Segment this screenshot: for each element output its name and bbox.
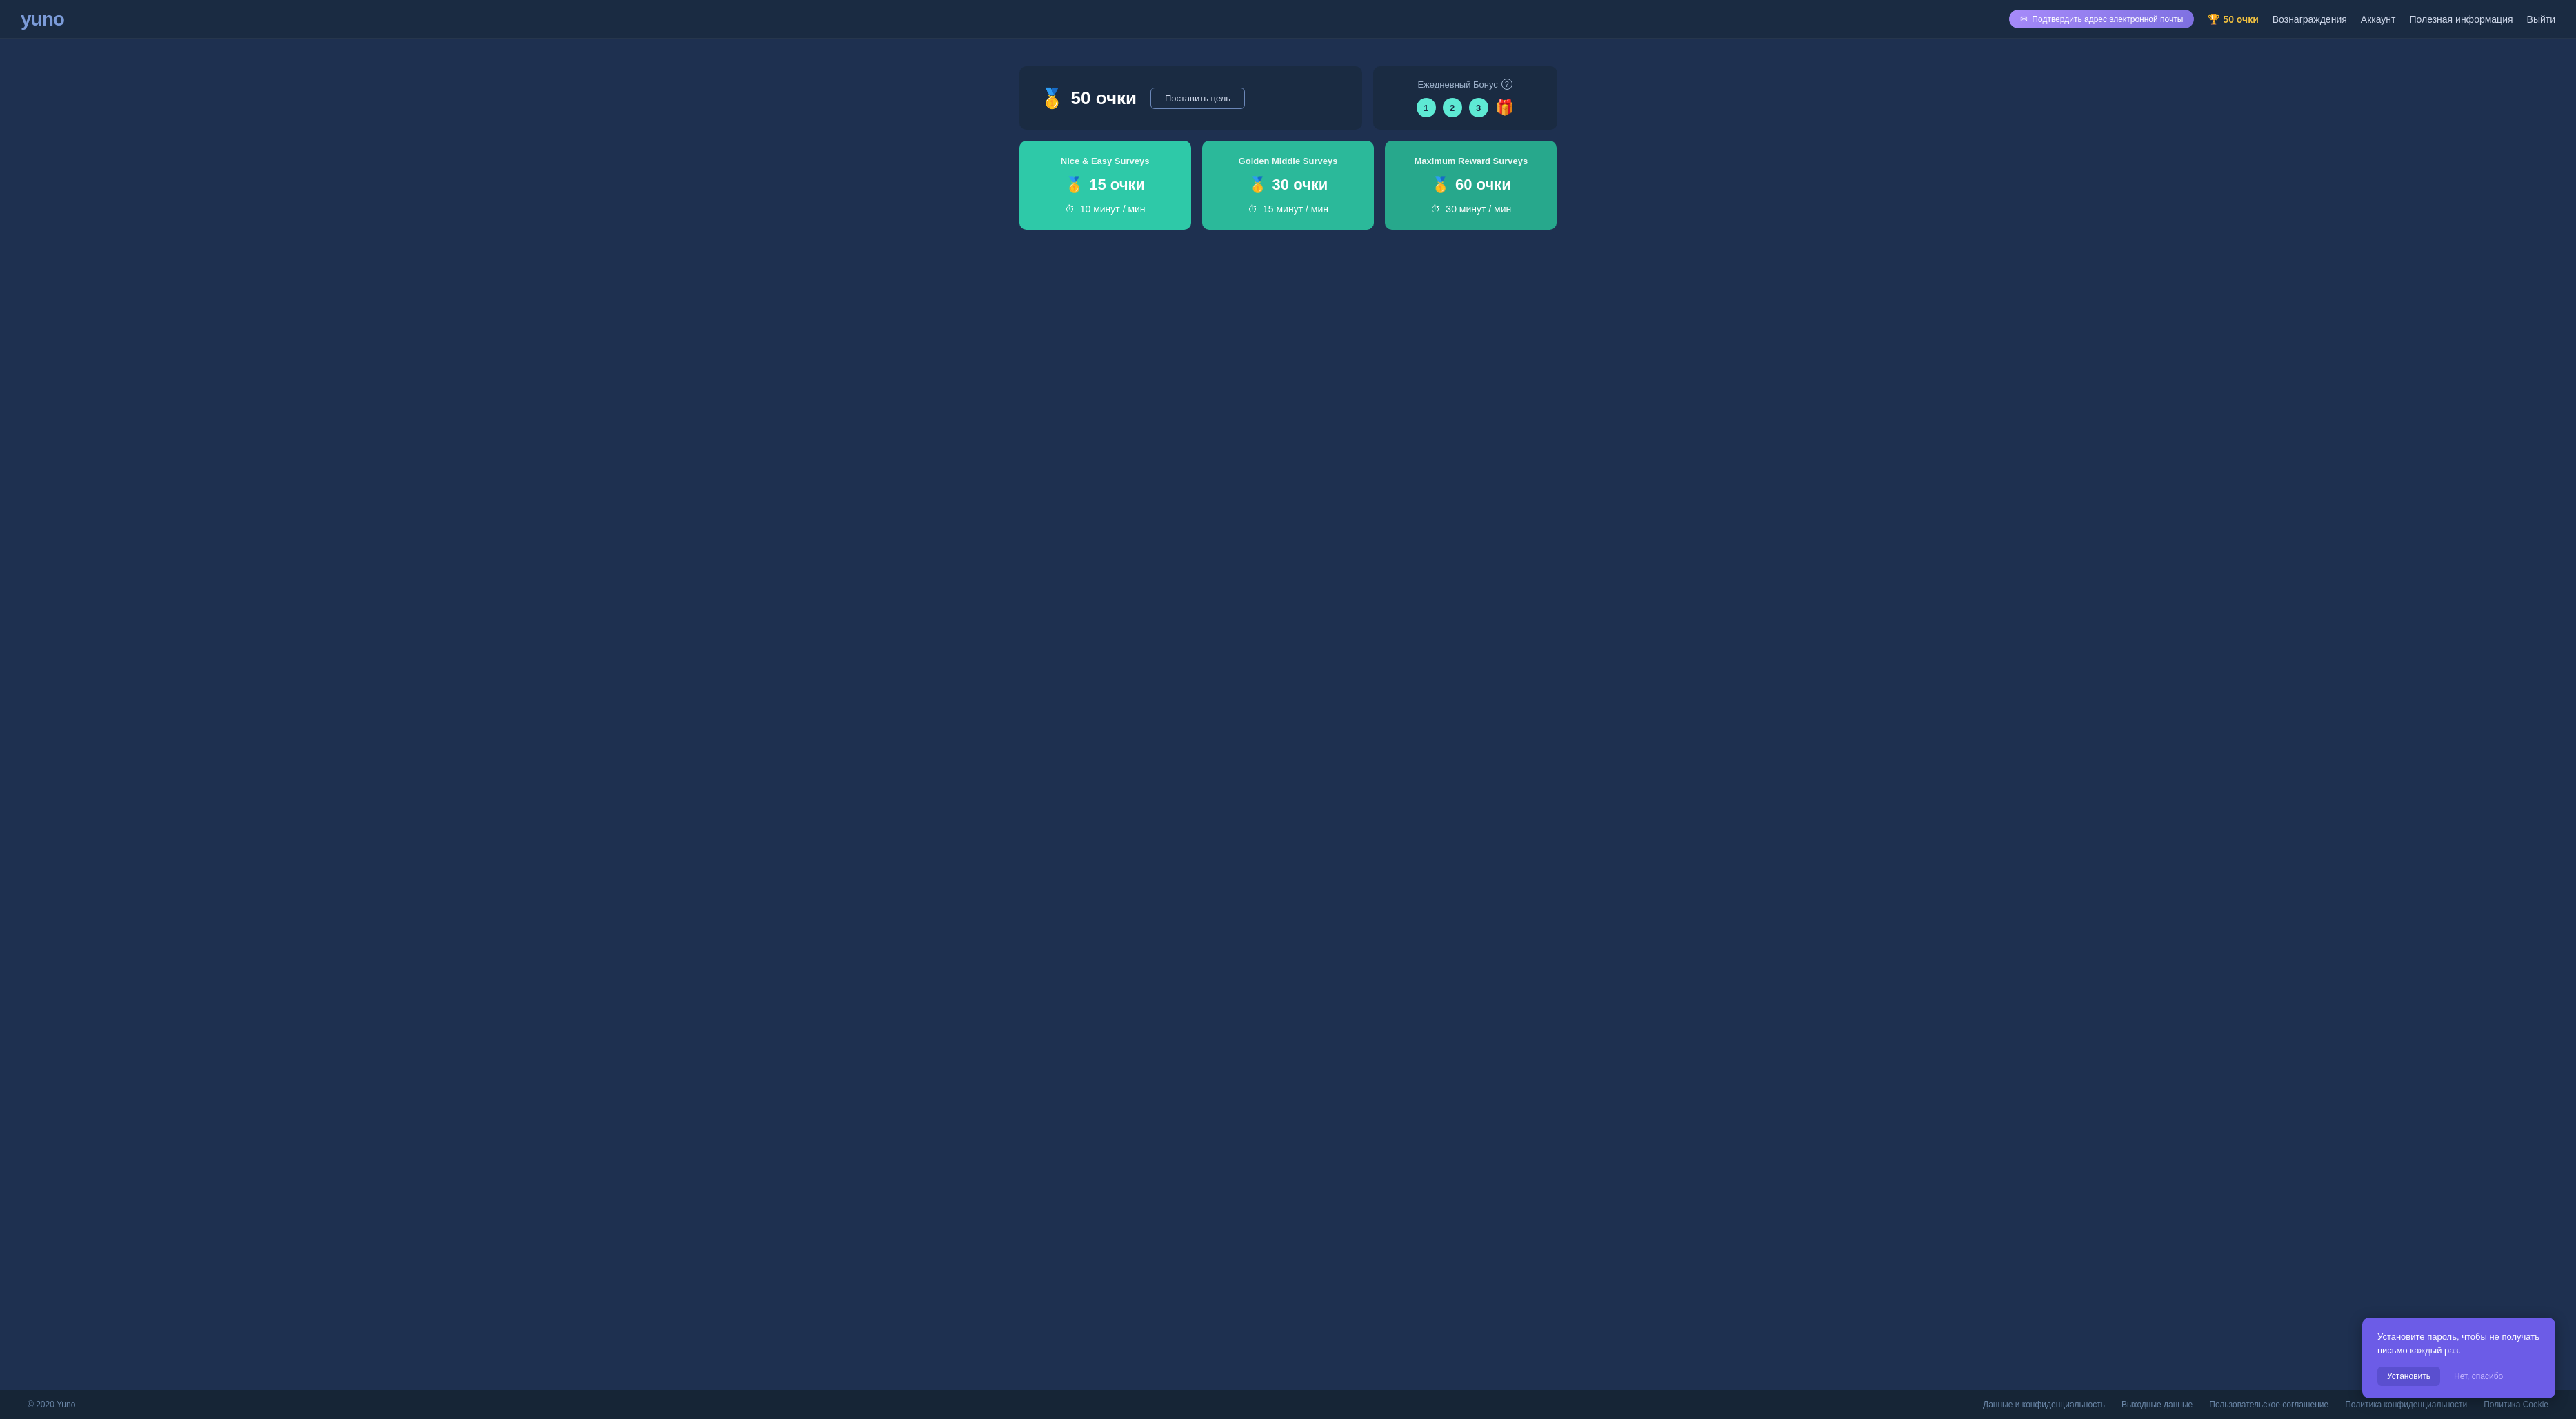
max-points-value: 60 очки [1455, 176, 1511, 194]
footer-privacy-policy[interactable]: Политика конфиденциальности [2345, 1400, 2467, 1409]
footer-links: Данные и конфиденциальность Выходные дан… [1983, 1400, 2548, 1409]
header: yuno Подтвердить адрес электронной почты… [0, 0, 2576, 39]
help-icon[interactable]: ? [1501, 79, 1512, 90]
points-badge: 🏆 50 очки [2208, 14, 2258, 25]
footer-data-privacy[interactable]: Данные и конфиденциальность [1983, 1400, 2105, 1409]
header-points-value: 50 очки [2223, 14, 2258, 25]
points-display: 🥇 50 очки [1040, 87, 1137, 110]
max-survey-time: ⏱ 30 минут / мин [1430, 204, 1511, 215]
easy-clock-icon: ⏱ [1065, 204, 1075, 215]
middle-time-value: 15 минут / мин [1263, 204, 1328, 215]
daily-bonus-card: Ежедневный Бонус ? 1 2 3 🎁 [1373, 66, 1557, 130]
max-clock-icon: ⏱ [1430, 204, 1440, 215]
step-2: 2 [1443, 98, 1462, 117]
points-value: 50 очки [1071, 88, 1137, 109]
easy-medal-icon: 🥇 [1065, 176, 1084, 194]
trophy-icon: 🏆 [2208, 14, 2219, 25]
max-time-value: 30 минут / мин [1446, 204, 1511, 215]
top-row: 🥇 50 очки Поставить цель Ежедневный Бону… [1019, 66, 1557, 130]
daily-bonus-title: Ежедневный Бонус ? [1417, 79, 1512, 90]
middle-survey-time: ⏱ 15 минут / мин [1248, 204, 1328, 215]
survey-card-max[interactable]: Maximum Reward Surveys 🥇 60 очки ⏱ 30 ми… [1385, 141, 1557, 230]
toast-dismiss-button[interactable]: Нет, спасибо [2447, 1367, 2510, 1386]
middle-points-value: 30 очки [1272, 176, 1328, 194]
logo: yuno [21, 8, 64, 30]
middle-clock-icon: ⏱ [1248, 204, 1257, 215]
toast-set-password-button[interactable]: Установить [2377, 1367, 2440, 1386]
step-1: 1 [1417, 98, 1436, 117]
step-3: 3 [1469, 98, 1488, 117]
bonus-steps: 1 2 3 🎁 [1417, 98, 1514, 117]
middle-survey-points: 🥇 30 очки [1248, 176, 1328, 194]
nav-info[interactable]: Полезная информация [2409, 14, 2513, 25]
footer-cookie-policy[interactable]: Политика Cookie [2484, 1400, 2548, 1409]
survey-card-middle[interactable]: Golden Middle Surveys 🥇 30 очки ⏱ 15 мин… [1202, 141, 1374, 230]
nav-right: Подтвердить адрес электронной почты 🏆 50… [2009, 10, 2555, 28]
toast-buttons: Установить Нет, спасибо [2377, 1367, 2540, 1386]
easy-survey-points: 🥇 15 очки [1065, 176, 1145, 194]
easy-time-value: 10 минут / мин [1080, 204, 1146, 215]
points-card: 🥇 50 очки Поставить цель [1019, 66, 1362, 130]
set-goal-button[interactable]: Поставить цель [1150, 88, 1245, 109]
max-survey-points: 🥇 60 очки [1431, 176, 1511, 194]
cards-container: 🥇 50 очки Поставить цель Ежедневный Бону… [1019, 66, 1557, 230]
copyright: © 2020 Yuno [28, 1400, 75, 1409]
footer: © 2020 Yuno Данные и конфиденциальность … [0, 1390, 2576, 1419]
survey-row: Nice & Easy Surveys 🥇 15 очки ⏱ 10 минут… [1019, 141, 1557, 230]
verify-email-button[interactable]: Подтвердить адрес электронной почты [2009, 10, 2194, 28]
nav-logout[interactable]: Выйти [2527, 14, 2555, 25]
toast-message: Установите пароль, чтобы не получать пис… [2377, 1330, 2540, 1357]
main-content: 🥇 50 очки Поставить цель Ежедневный Бону… [0, 39, 2576, 1390]
easy-survey-title: Nice & Easy Surveys [1061, 156, 1150, 166]
nav-account[interactable]: Аккаунт [2361, 14, 2396, 25]
easy-points-value: 15 очки [1089, 176, 1145, 194]
max-survey-title: Maximum Reward Surveys [1414, 156, 1528, 166]
medal-icon: 🥇 [1040, 87, 1064, 110]
survey-card-easy[interactable]: Nice & Easy Surveys 🥇 15 очки ⏱ 10 минут… [1019, 141, 1191, 230]
daily-bonus-label: Ежедневный Бонус [1417, 79, 1497, 90]
easy-survey-time: ⏱ 10 минут / мин [1065, 204, 1146, 215]
nav-rewards[interactable]: Вознаграждения [2273, 14, 2347, 25]
middle-survey-title: Golden Middle Surveys [1239, 156, 1338, 166]
middle-medal-icon: 🥇 [1248, 176, 1267, 194]
footer-output-data[interactable]: Выходные данные [2121, 1400, 2193, 1409]
footer-agreement[interactable]: Пользовательское соглашение [2209, 1400, 2328, 1409]
toast-notification: Установите пароль, чтобы не получать пис… [2362, 1318, 2555, 1398]
gift-icon: 🎁 [1495, 99, 1514, 117]
max-medal-icon: 🥇 [1431, 176, 1450, 194]
